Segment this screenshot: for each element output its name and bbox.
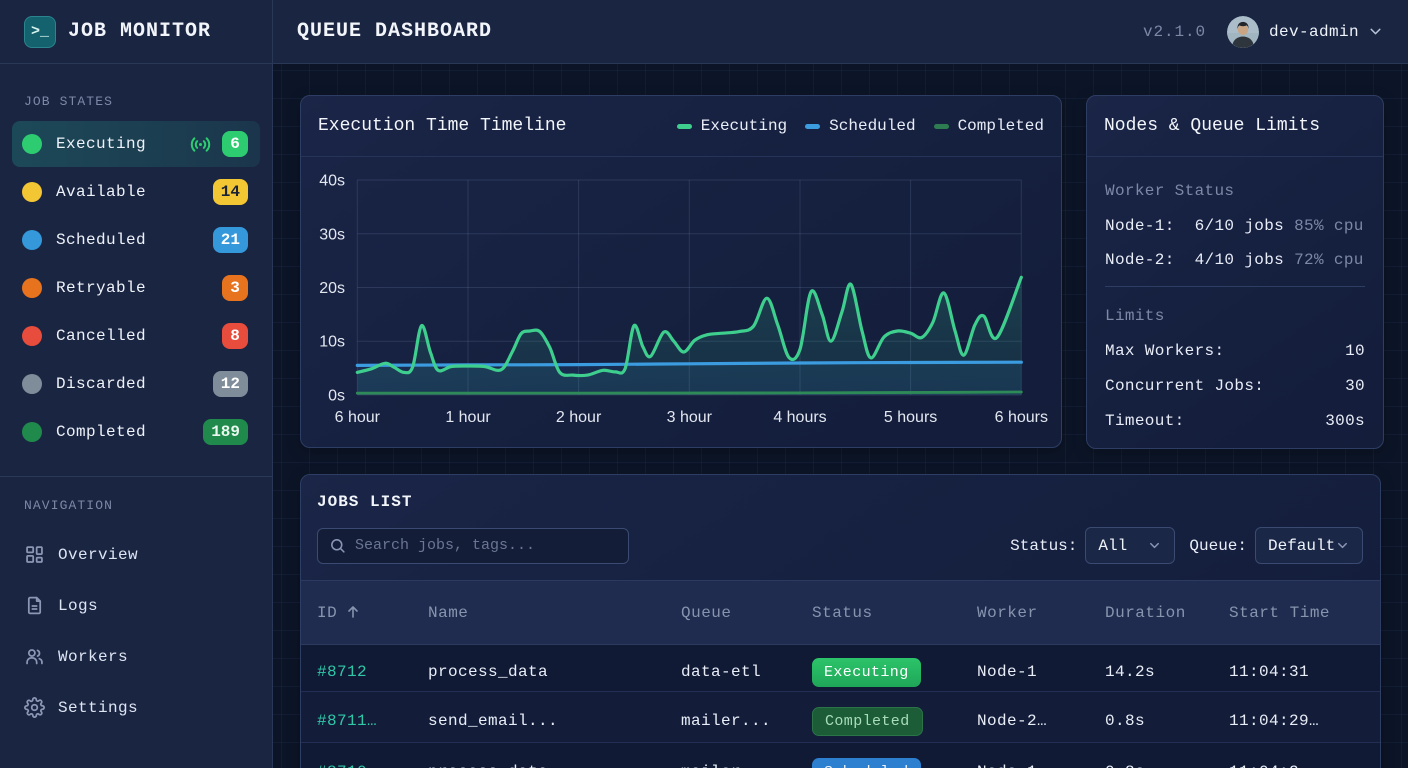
svg-text:20s: 20s <box>319 280 345 297</box>
svg-text:6 hours: 6 hours <box>995 409 1048 426</box>
svg-text:10s: 10s <box>319 334 345 351</box>
svg-text:2 hour: 2 hour <box>556 409 602 426</box>
svg-text:5 hours: 5 hours <box>884 409 937 426</box>
svg-text:6 hour: 6 hour <box>335 409 381 426</box>
svg-text:40s: 40s <box>319 173 345 190</box>
svg-text:0s: 0s <box>328 388 345 405</box>
svg-text:30s: 30s <box>319 226 345 243</box>
svg-text:1 hour: 1 hour <box>445 409 491 426</box>
svg-text:3 hour: 3 hour <box>667 409 713 426</box>
svg-text:4 hours: 4 hours <box>773 409 826 426</box>
